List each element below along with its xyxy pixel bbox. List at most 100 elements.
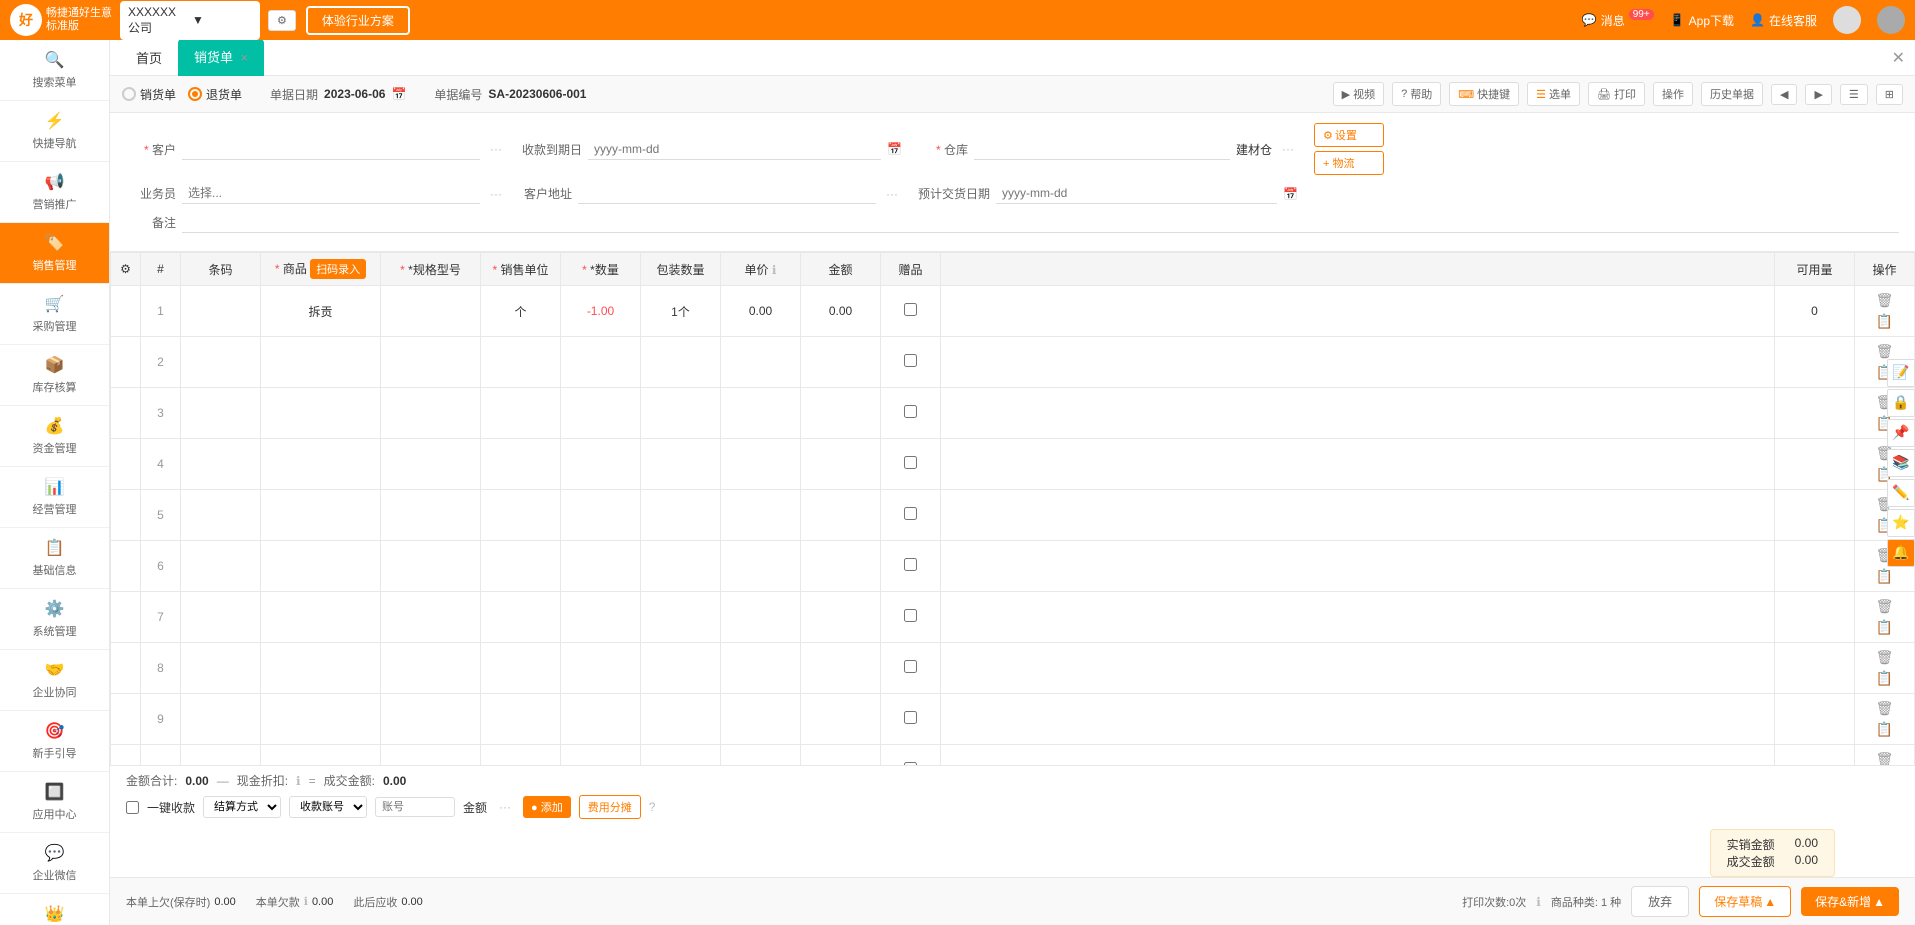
add-btn[interactable]: ● 添加	[523, 796, 571, 818]
app-download-btn[interactable]: 📱 App下载	[1670, 12, 1734, 29]
trial-btn[interactable]: 体验行业方案	[306, 6, 410, 35]
row1-spec[interactable]	[381, 286, 481, 337]
float-btn-6[interactable]: ⭐	[1887, 509, 1915, 537]
video-btn[interactable]: ▶ 视频	[1333, 82, 1384, 106]
customer-addr-input[interactable]	[578, 183, 876, 204]
notes-input[interactable]	[182, 212, 1899, 233]
shortcut-btn[interactable]: ⌨ 快捷键	[1449, 82, 1519, 106]
print-btn[interactable]: 🖨 打印	[1588, 82, 1645, 106]
row1-product[interactable]: 拆贡	[261, 286, 381, 337]
customer-input[interactable]	[182, 139, 480, 160]
sidebar-item-collab[interactable]: 🤝 企业协同	[0, 650, 109, 711]
row-copy-btn[interactable]: 📋	[1874, 719, 1895, 740]
float-btn-4[interactable]: 📚	[1887, 449, 1915, 477]
radio-sale[interactable]: 销货单	[122, 86, 176, 103]
account-select[interactable]: 收款账号	[289, 796, 367, 818]
list-view-btn[interactable]: ☰	[1840, 84, 1868, 105]
sidebar-item-marketing[interactable]: 📢 营销推广	[0, 162, 109, 223]
salesperson-dots-btn[interactable]: ···	[486, 187, 506, 201]
salesperson-input[interactable]	[182, 183, 480, 204]
sidebar-item-member[interactable]: 👑 畅会员	[0, 894, 109, 925]
row-copy-btn[interactable]: 📋	[1874, 617, 1895, 638]
operate-btn[interactable]: 操作	[1653, 82, 1693, 106]
delivery-date-input[interactable]	[996, 183, 1277, 204]
row-delete-btn[interactable]: 🗑	[1874, 749, 1896, 765]
message-btn[interactable]: 💬 消息 99+	[1582, 12, 1654, 29]
sidebar-item-sales[interactable]: 🏷️ 销售管理	[0, 223, 109, 284]
avatar[interactable]	[1833, 6, 1861, 34]
radio-dot-return	[188, 87, 202, 101]
tab-home[interactable]: 首页	[120, 40, 178, 75]
account-input[interactable]	[375, 797, 455, 817]
float-btn-2[interactable]: 🔒	[1887, 389, 1915, 417]
float-btn-5[interactable]: ✏️	[1887, 479, 1915, 507]
sidebar-item-tutorial[interactable]: 🎯 新手引导	[0, 711, 109, 772]
row1-pkg[interactable]: 1个	[641, 286, 721, 337]
payment-due-cal-icon[interactable]: 📅	[887, 142, 902, 156]
row-copy-btn[interactable]: 📋	[1874, 668, 1895, 689]
sidebar-item-basic-info[interactable]: 📋 基础信息	[0, 528, 109, 589]
fee-btn[interactable]: 费用分摊	[579, 795, 641, 819]
warehouse-dots-btn[interactable]: ···	[1278, 142, 1298, 156]
scan-btn[interactable]: 扫码录入	[310, 259, 366, 279]
row-copy-btn[interactable]: 📋	[1874, 566, 1895, 587]
row1-unit[interactable]: 个	[481, 286, 561, 337]
save-draft-btn[interactable]: 保存草稿 ▲	[1699, 886, 1791, 917]
warehouse-input[interactable]	[974, 139, 1230, 160]
online-service-btn[interactable]: 👤 在线客服	[1750, 12, 1817, 29]
row-delete-btn[interactable]: 🗑	[1874, 647, 1896, 668]
row1-gift[interactable]	[881, 286, 941, 337]
history-btn[interactable]: 历史单据	[1701, 82, 1763, 106]
sidebar-item-appstore[interactable]: 🔲 应用中心	[0, 772, 109, 833]
discount-info-icon[interactable]: ℹ	[296, 774, 301, 788]
sidebar-item-system[interactable]: ⚙️ 系统管理	[0, 589, 109, 650]
sidebar-item-finance[interactable]: 💰 资金管理	[0, 406, 109, 467]
avatar-alt[interactable]	[1877, 6, 1905, 34]
sidebar-item-quicknav[interactable]: ⚡ 快捷导航	[0, 101, 109, 162]
radio-return[interactable]: 退货单	[188, 86, 242, 103]
logistics-btn[interactable]: + 物流	[1314, 151, 1384, 175]
th-settings[interactable]: ⚙	[111, 253, 141, 286]
print-info-icon[interactable]: ℹ	[1536, 895, 1541, 909]
discard-btn[interactable]: 放弃	[1631, 886, 1689, 917]
float-btn-7[interactable]: 🔔	[1887, 539, 1915, 567]
row1-price[interactable]: 0.00	[721, 286, 801, 337]
customer-dots-btn[interactable]: ···	[486, 142, 506, 156]
gear-icon-btn[interactable]: ⚙	[268, 10, 296, 31]
sidebar-item-business[interactable]: 📊 经营管理	[0, 467, 109, 528]
sidebar-item-search[interactable]: 🔍 搜索菜单	[0, 40, 109, 101]
delivery-cal-icon[interactable]: 📅	[1283, 187, 1298, 201]
row-delete-btn[interactable]: 🗑	[1874, 698, 1896, 719]
one-click-pay-checkbox[interactable]	[126, 801, 139, 814]
tab-sales-order[interactable]: 销货单 ×	[178, 40, 264, 76]
fee-info-icon[interactable]: ?	[649, 800, 656, 814]
sidebar-item-inventory[interactable]: 📦 库存核算	[0, 345, 109, 406]
tab-close-icon[interactable]: ×	[241, 50, 249, 65]
info-icon-debt[interactable]: ℹ	[304, 895, 308, 908]
select-btn[interactable]: ☰ 选单	[1527, 82, 1580, 106]
calendar-icon[interactable]: 📅	[391, 87, 406, 101]
row1-copy-btn[interactable]: 📋	[1874, 311, 1895, 332]
prev-btn[interactable]: ◀	[1771, 84, 1797, 105]
customer-addr-dots-btn[interactable]: ···	[882, 187, 902, 201]
help-btn[interactable]: ? 帮助	[1392, 82, 1441, 106]
row1-barcode[interactable]	[181, 286, 261, 337]
next-btn[interactable]: ▶	[1805, 84, 1831, 105]
tab-close-all-icon[interactable]: ✕	[1892, 48, 1905, 68]
grid-view-btn[interactable]: ⊞	[1876, 84, 1903, 105]
sidebar-item-purchase[interactable]: 🛒 采购管理	[0, 284, 109, 345]
row-delete-btn[interactable]: 🗑	[1874, 596, 1896, 617]
save-new-btn[interactable]: 保存&新增 ▲	[1801, 887, 1899, 916]
float-btn-3[interactable]: 📌	[1887, 419, 1915, 447]
settle-method-select[interactable]: 结算方式	[203, 796, 281, 818]
row1-qty[interactable]: -1.00	[561, 286, 641, 337]
price-info-icon[interactable]: ℹ	[772, 263, 777, 277]
amount-dots-btn[interactable]: ···	[495, 800, 515, 814]
sidebar-item-wework[interactable]: 💬 企业微信	[0, 833, 109, 894]
settings-btn[interactable]: ⚙ 设置	[1314, 123, 1384, 147]
row1-amount[interactable]: 0.00	[801, 286, 881, 337]
payment-due-input[interactable]	[588, 139, 881, 160]
row1-delete-btn[interactable]: 🗑	[1874, 290, 1896, 311]
float-btn-1[interactable]: 📝	[1887, 359, 1915, 387]
company-selector[interactable]: XXXXXX公司 ▼	[120, 1, 260, 40]
